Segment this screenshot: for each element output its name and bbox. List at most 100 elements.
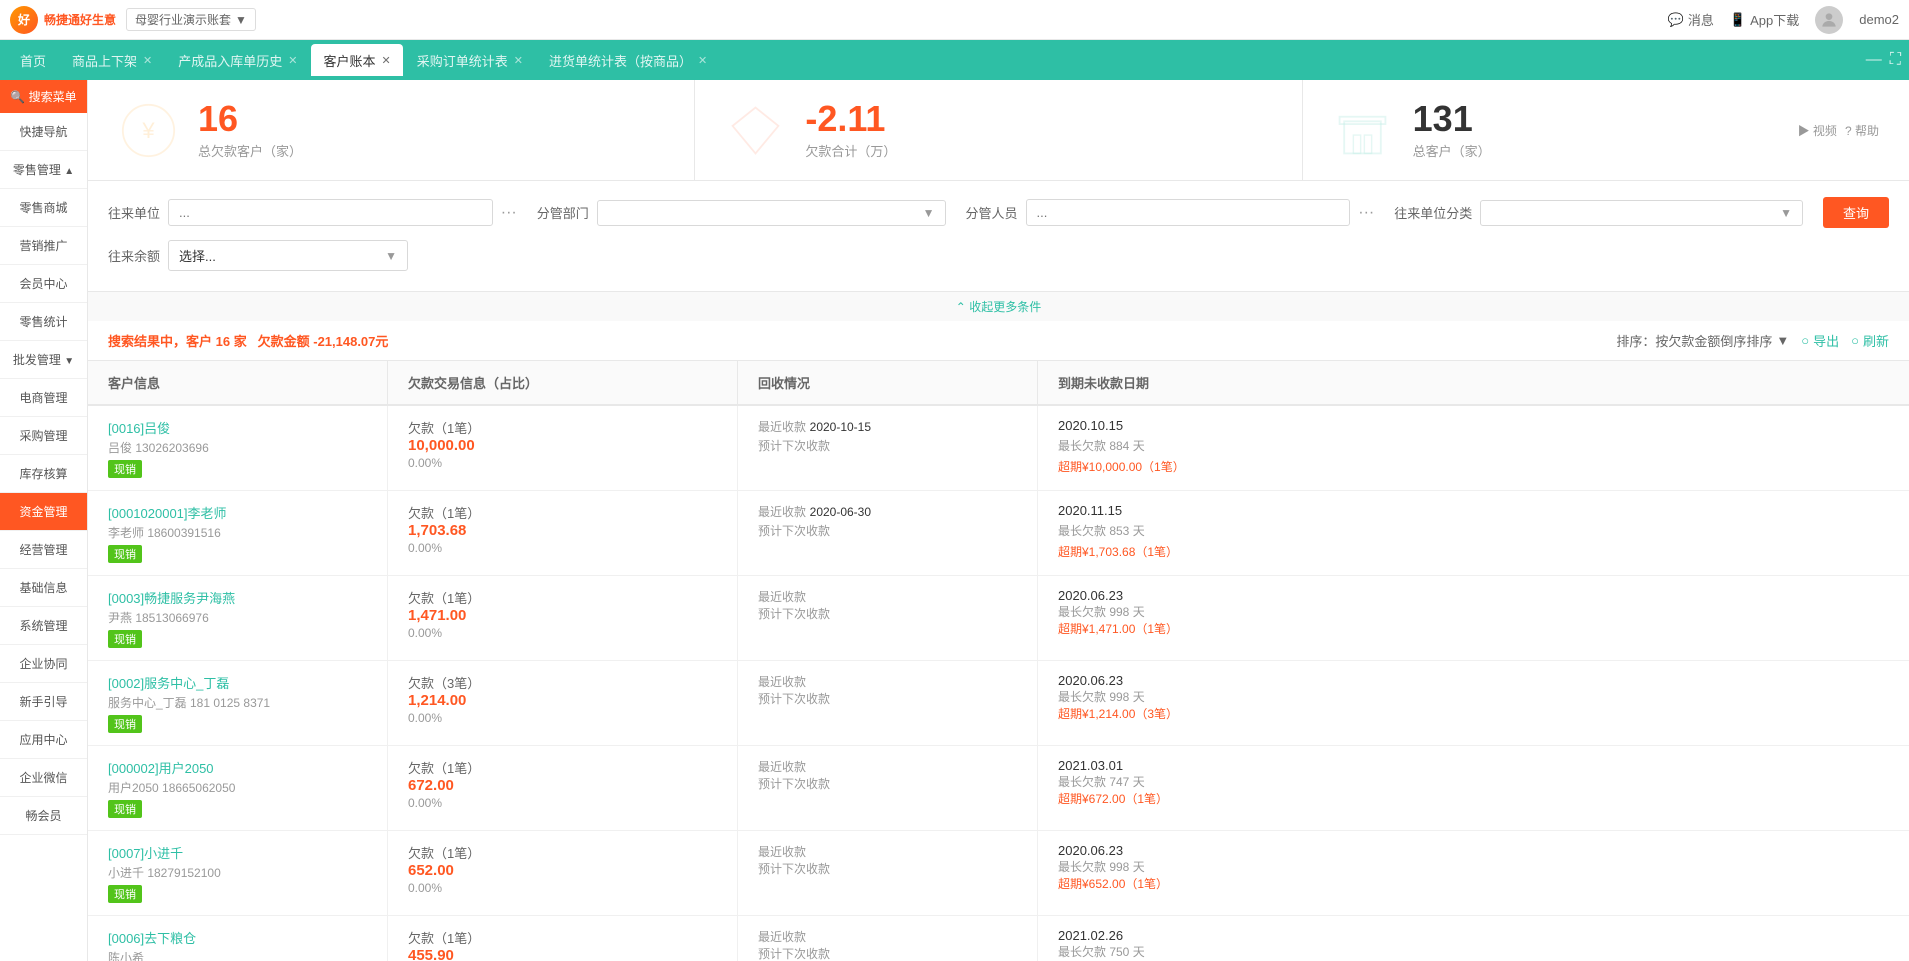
filter-dept-dropdown[interactable]: ▼ [597,200,946,226]
sidebar-item-ops-label: 经营管理 [19,543,67,557]
export-button[interactable]: ○ 导出 [1801,331,1839,350]
search-button[interactable]: 查询 [1823,197,1889,228]
sidebar-item-member[interactable]: 会员中心 [0,265,87,303]
table-toolbar: 搜索结果中，客户 16 家 欠款金额 -21,148.07元 排序：按欠款金额倒… [88,321,1909,361]
filter-from-unit: 往来单位 ··· [108,199,517,226]
app-download-button[interactable]: 📱 App下载 [1730,10,1799,29]
sidebar-item-inventory[interactable]: 库存核算 [0,455,87,493]
sidebar-item-retail-stats[interactable]: 零售统计 [0,303,87,341]
filter-person-input[interactable] [1026,199,1351,226]
overdue-amount-link-4[interactable]: 超期¥672.00（1笔） [1058,792,1168,806]
sidebar-item-ops[interactable]: 经营管理 [0,531,87,569]
td-payback-6: 最近收款 预计下次收款 [738,916,1038,961]
overdue-amount-link-5[interactable]: 超期¥652.00（1笔） [1058,877,1168,891]
sidebar-item-ecommerce[interactable]: 电商管理 [0,379,87,417]
table-row: [0002]服务中心_丁磊 服务中心_丁磊 181 0125 8371 现销 欠… [88,661,1909,746]
filter-area: 往来单位 ··· 分管部门 ▼ 分管人员 ··· [88,181,1909,292]
filter-person-dots-icon[interactable]: ··· [1358,204,1374,222]
collapse-bar[interactable]: ⌃ 收起更多条件 [88,292,1909,321]
debt-amount: -21,148.07元 [313,334,388,349]
customer-name-4[interactable]: [000002]用户2050 [108,761,214,776]
debt-count-0: 欠款（1笔） [408,418,717,437]
stat-building-icon [1333,100,1393,160]
td-debt-2: 欠款（1笔） 1,471.00 0.00% [388,576,738,660]
customer-name-5[interactable]: [0007]小进千 [108,846,183,861]
overdue-amount-link-1[interactable]: 超期¥1,703.68（1笔） [1058,543,1889,560]
sidebar-search[interactable]: 🔍 搜索菜单 [0,80,87,113]
sidebar-item-retail-mgmt[interactable]: 零售管理 ▲ [0,151,87,189]
sidebar-item-marketing[interactable]: 营销推广 [0,227,87,265]
sort-label: 排序：按欠款金额倒序排序 [1616,331,1772,350]
table-row: [0016]吕俊 吕俊 13026203696 现销 欠款（1笔） 10,000… [88,406,1909,491]
stat-value-debt-total: -2.11 [805,101,896,137]
tab-purchase-order-close-icon[interactable]: ✕ [514,54,523,67]
app-container: 好 畅捷通好生意 母婴行业演示账套 ▼ 💬 消息 📱 App下载 demo2 首… [0,0,1909,961]
sidebar-item-purchase-label: 采购管理 [19,429,67,443]
tab-products[interactable]: 商品上下架 ✕ [60,44,164,76]
td-payback-0: 最近收款 2020-10-15 预计下次收款 [738,406,1038,490]
tab-purchase-order-label: 采购订单统计表 [417,51,508,70]
sidebar-item-batch-mgmt-label: 批发管理 [13,353,61,367]
overdue-amount-link-2[interactable]: 超期¥1,471.00（1笔） [1058,622,1178,636]
sidebar-retail-mgmt-arrow-icon: ▲ [64,166,74,177]
td-customer-4: [000002]用户2050 用户2050 18665062050 现销 [88,746,388,830]
filter-from-unit-label: 往来单位 [108,203,160,222]
tab-products-close-icon[interactable]: ✕ [143,54,152,67]
customer-name-6[interactable]: [0006]去下粮仓 [108,931,196,946]
sidebar-item-vip[interactable]: 畅会员 [0,797,87,835]
stat-label-total-customers: 总客户（家） [1413,141,1491,160]
sidebar-item-newguide[interactable]: 新手引导 [0,683,87,721]
tab-maximize-icon[interactable]: ⛶ [1890,51,1901,69]
help-icon: ? [1845,124,1852,138]
tab-customer-account[interactable]: 客户账本 ✕ [311,44,402,76]
main-layout: 🔍 搜索菜单 快捷导航 零售管理 ▲ 零售商城 营销推广 会员中心 零售统计 [0,80,1909,961]
customer-name-0[interactable]: [0016]吕俊 [108,421,170,436]
sidebar-item-batch-mgmt[interactable]: 批发管理 ▼ [0,341,87,379]
video-button[interactable]: ▶ 视频 [1798,122,1837,139]
filter-unit-type-dropdown[interactable]: ▼ [1480,200,1803,226]
refresh-button[interactable]: ○ 刷新 [1851,331,1889,350]
tab-production[interactable]: 产成品入库单历史 ✕ [166,44,309,76]
tab-home[interactable]: 首页 [8,44,58,76]
sidebar-batch-arrow-icon: ▼ [64,356,74,367]
filter-balance-label: 往来余额 [108,246,160,265]
filter-from-unit-dots-icon[interactable]: ··· [501,204,517,222]
tab-instock-stat[interactable]: 进货单统计表（按商品） ✕ [537,44,719,76]
td-payback-1: 最近收款 2020-06-30 预计下次收款 [738,491,1038,575]
customer-name-1[interactable]: [0001020001]李老师 [108,506,227,521]
sort-selector[interactable]: 排序：按欠款金额倒序排序 ▼ [1616,331,1789,350]
tab-minimize-icon[interactable]: — [1866,51,1882,69]
tab-purchase-order[interactable]: 采购订单统计表 ✕ [405,44,535,76]
tab-instock-stat-close-icon[interactable]: ✕ [698,54,707,67]
sidebar-item-purchase[interactable]: 采购管理 [0,417,87,455]
message-button[interactable]: 💬 消息 [1668,10,1714,29]
sidebar-item-basic[interactable]: 基础信息 [0,569,87,607]
overdue-amount-link-0[interactable]: 超期¥10,000.00（1笔） [1058,458,1889,475]
sidebar-item-retail-store[interactable]: 零售商城 [0,189,87,227]
sidebar-item-system[interactable]: 系统管理 [0,607,87,645]
td-debt-6: 欠款（1笔） 455.90 0.00% [388,916,738,961]
sidebar-item-finance-label: 资金管理 [19,505,67,519]
overdue-amount-link-3[interactable]: 超期¥1,214.00（3笔） [1058,707,1178,721]
filter-balance-dropdown[interactable]: 选择... ▼ [168,240,408,271]
sidebar-item-appstore[interactable]: 应用中心 [0,721,87,759]
sidebar-item-finance[interactable]: 资金管理 [0,493,87,531]
tab-bar: 首页 商品上下架 ✕ 产成品入库单历史 ✕ 客户账本 ✕ 采购订单统计表 ✕ 进… [0,40,1909,80]
export-icon: ○ [1801,333,1809,348]
customer-name-2[interactable]: [0003]畅捷服务尹海燕 [108,591,235,606]
sidebar-item-corp[interactable]: 企业协同 [0,645,87,683]
user-name[interactable]: demo2 [1859,12,1899,27]
tab-production-close-icon[interactable]: ✕ [288,54,297,67]
refresh-label: 刷新 [1863,331,1889,350]
sidebar-item-wecom[interactable]: 企业微信 [0,759,87,797]
store-selector[interactable]: 母婴行业演示账套 ▼ [126,8,256,31]
tab-customer-account-close-icon[interactable]: ✕ [382,54,391,67]
sidebar-item-quick-nav[interactable]: 快捷导航 [0,113,87,151]
filter-from-unit-input[interactable] [168,199,493,226]
help-label: 帮助 [1855,124,1879,138]
svg-text:¥: ¥ [141,117,155,142]
overdue-date-0: 2020.10.15 [1058,418,1889,433]
help-button[interactable]: ? 帮助 [1845,122,1879,139]
td-overdue-0: 2020.10.15 最长欠款 884 天 超期¥10,000.00（1笔） [1038,406,1909,490]
customer-name-3[interactable]: [0002]服务中心_丁磊 [108,676,229,691]
